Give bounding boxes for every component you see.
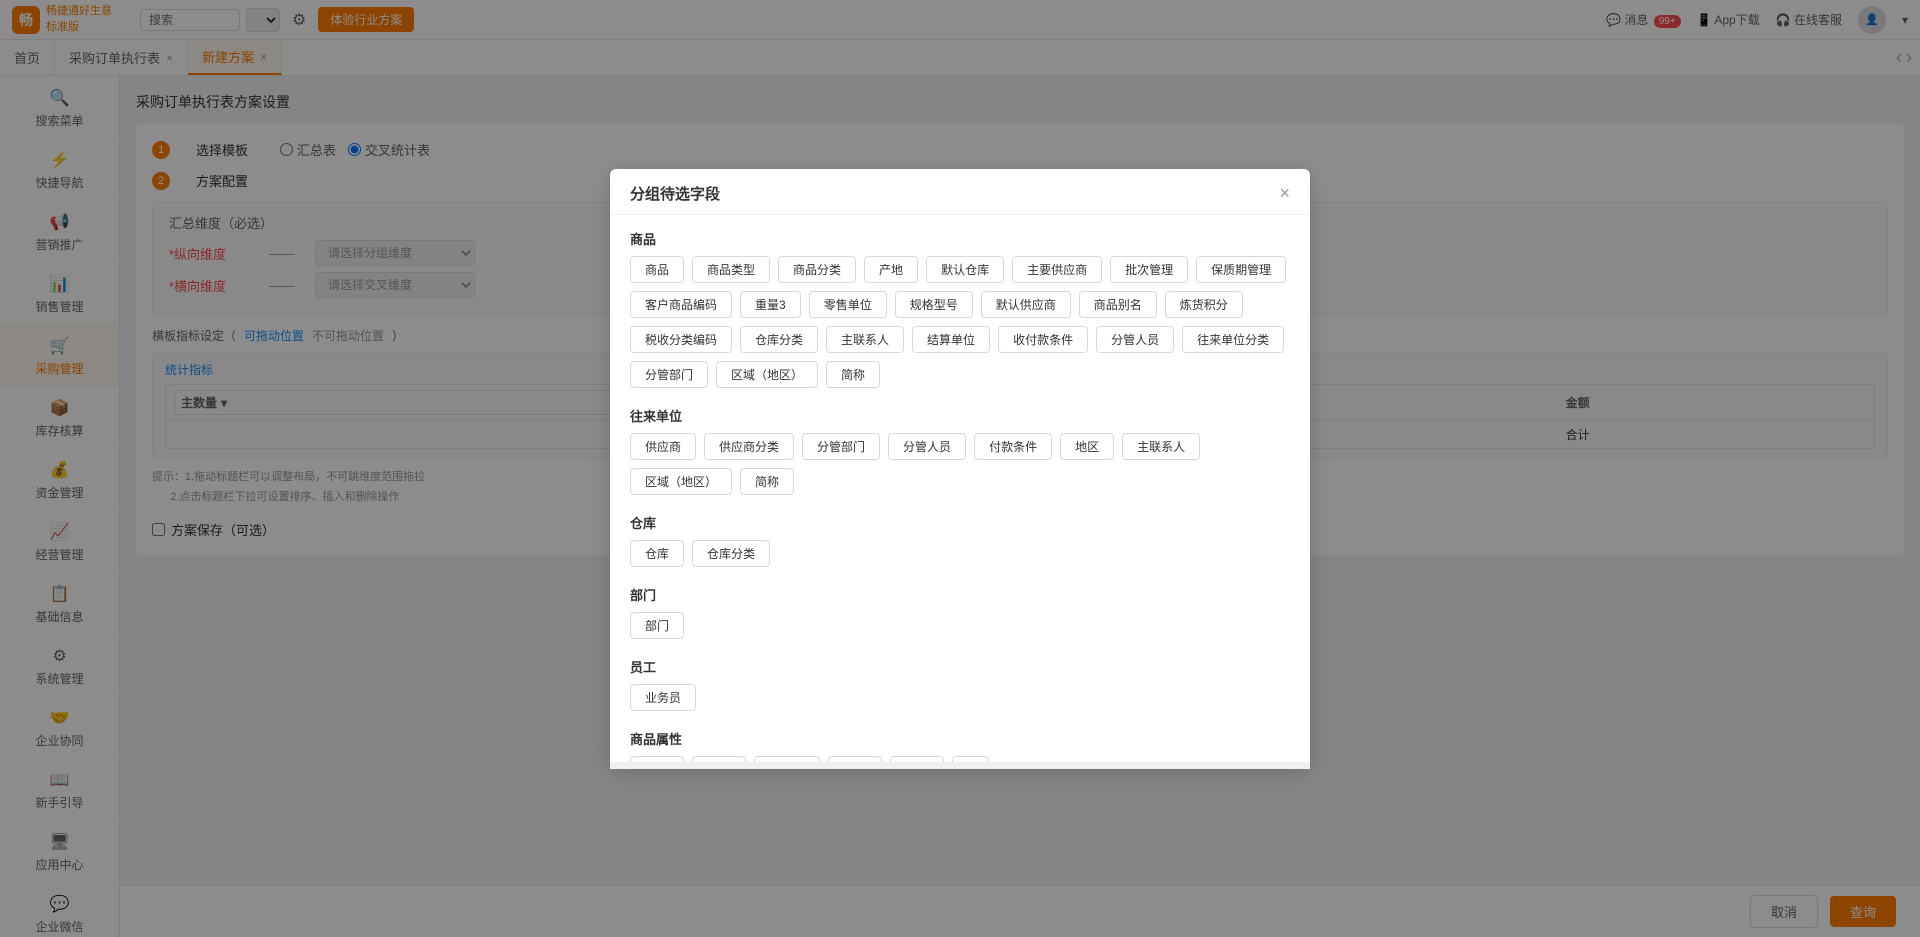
field-group-employee: 员工 业务员 xyxy=(630,657,1290,711)
field-group-title-partner: 往来单位 xyxy=(630,406,1290,425)
chip-product-3[interactable]: 产地 xyxy=(864,256,918,283)
chip-product-19[interactable]: 收付款条件 xyxy=(998,326,1088,353)
chip-product-24[interactable]: 简称 xyxy=(826,361,880,388)
chip-partner-6[interactable]: 主联系人 xyxy=(1122,433,1200,460)
chip-dept-0[interactable]: 部门 xyxy=(630,612,684,639)
field-group-title-warehouse: 仓库 xyxy=(630,513,1290,532)
modal-body: 商品 商品 商品类型 商品分类 产地 默认仓库 主要供应商 批次管理 保质期管理… xyxy=(610,215,1310,762)
chip-product-15[interactable]: 税收分类编码 xyxy=(630,326,732,353)
field-group-attr: 商品属性 属性 颜色 多规格 尺码 鞋码 1 xyxy=(630,729,1290,762)
field-group-title-attr: 商品属性 xyxy=(630,729,1290,748)
modal-dialog: 分组待选字段 × 商品 商品 商品类型 商品分类 产地 默认仓库 主要供应商 批… xyxy=(610,169,1310,769)
chip-partner-1[interactable]: 供应商分类 xyxy=(704,433,794,460)
modal-header: 分组待选字段 × xyxy=(610,169,1310,215)
chip-product-23[interactable]: 区域（地区） xyxy=(716,361,818,388)
chip-product-1[interactable]: 商品类型 xyxy=(692,256,770,283)
chip-product-8[interactable]: 客户商品编码 xyxy=(630,291,732,318)
chip-product-17[interactable]: 主联系人 xyxy=(826,326,904,353)
chip-product-9[interactable]: 重量3 xyxy=(740,291,801,318)
field-group-title-employee: 员工 xyxy=(630,657,1290,676)
chip-product-6[interactable]: 批次管理 xyxy=(1110,256,1188,283)
modal-title: 分组待选字段 xyxy=(630,183,720,204)
chip-product-4[interactable]: 默认仓库 xyxy=(926,256,1004,283)
chip-product-20[interactable]: 分管人员 xyxy=(1096,326,1174,353)
field-group-product: 商品 商品 商品类型 商品分类 产地 默认仓库 主要供应商 批次管理 保质期管理… xyxy=(630,229,1290,388)
chip-product-12[interactable]: 默认供应商 xyxy=(981,291,1071,318)
field-group-title-dept: 部门 xyxy=(630,585,1290,604)
chip-warehouse-0[interactable]: 仓库 xyxy=(630,540,684,567)
chip-employee-0[interactable]: 业务员 xyxy=(630,684,696,711)
field-chips-partner: 供应商 供应商分类 分管部门 分管人员 付款条件 地区 主联系人 区域（地区） … xyxy=(630,433,1290,495)
chip-warehouse-1[interactable]: 仓库分类 xyxy=(692,540,770,567)
chip-product-7[interactable]: 保质期管理 xyxy=(1196,256,1286,283)
field-chips-dept: 部门 xyxy=(630,612,1290,639)
chip-product-2[interactable]: 商品分类 xyxy=(778,256,856,283)
field-group-dept: 部门 部门 xyxy=(630,585,1290,639)
chip-partner-7[interactable]: 区域（地区） xyxy=(630,468,732,495)
modal-close-button[interactable]: × xyxy=(1279,183,1290,204)
chip-product-22[interactable]: 分管部门 xyxy=(630,361,708,388)
chip-product-21[interactable]: 往来单位分类 xyxy=(1182,326,1284,353)
chip-partner-3[interactable]: 分管人员 xyxy=(888,433,966,460)
chip-product-11[interactable]: 规格型号 xyxy=(895,291,973,318)
chip-partner-8[interactable]: 简称 xyxy=(740,468,794,495)
modal-overlay[interactable]: 分组待选字段 × 商品 商品 商品类型 商品分类 产地 默认仓库 主要供应商 批… xyxy=(0,0,1920,937)
chip-product-10[interactable]: 零售单位 xyxy=(809,291,887,318)
field-group-title-product: 商品 xyxy=(630,229,1290,248)
chip-product-13[interactable]: 商品别名 xyxy=(1079,291,1157,318)
field-group-partner: 往来单位 供应商 供应商分类 分管部门 分管人员 付款条件 地区 主联系人 区域… xyxy=(630,406,1290,495)
chip-product-14[interactable]: 炼货积分 xyxy=(1165,291,1243,318)
chip-product-0[interactable]: 商品 xyxy=(630,256,684,283)
chip-partner-4[interactable]: 付款条件 xyxy=(974,433,1052,460)
modal-hscroll[interactable] xyxy=(610,762,1310,769)
chip-partner-5[interactable]: 地区 xyxy=(1060,433,1114,460)
chip-product-18[interactable]: 结算单位 xyxy=(912,326,990,353)
field-chips-employee: 业务员 xyxy=(630,684,1290,711)
field-chips-product: 商品 商品类型 商品分类 产地 默认仓库 主要供应商 批次管理 保质期管理 客户… xyxy=(630,256,1290,388)
chip-partner-0[interactable]: 供应商 xyxy=(630,433,696,460)
field-group-warehouse: 仓库 仓库 仓库分类 xyxy=(630,513,1290,567)
chip-product-5[interactable]: 主要供应商 xyxy=(1012,256,1102,283)
field-chips-warehouse: 仓库 仓库分类 xyxy=(630,540,1290,567)
chip-partner-2[interactable]: 分管部门 xyxy=(802,433,880,460)
chip-product-16[interactable]: 仓库分类 xyxy=(740,326,818,353)
